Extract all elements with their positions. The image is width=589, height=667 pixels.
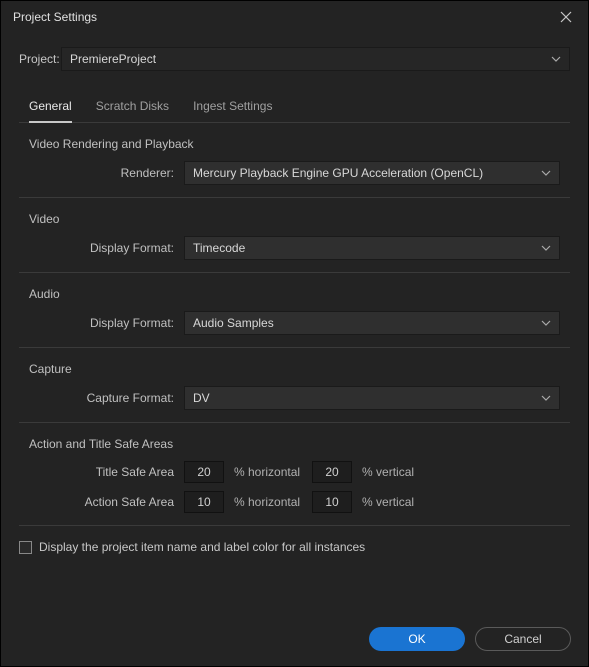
action-safe-v-input[interactable] [312,491,352,513]
chevron-down-icon [551,56,561,62]
divider [19,272,570,273]
section-title-capture: Capture [29,362,560,376]
section-title-video: Video [29,212,560,226]
audio-display-format-label: Display Format: [29,316,184,330]
section-audio: Audio Display Format: Audio Samples [19,287,570,335]
project-label: Project: [19,52,61,66]
divider [19,347,570,348]
chevron-down-icon [541,395,551,401]
display-item-name-checkbox-row[interactable]: Display the project item name and label … [19,540,570,554]
tabs: General Scratch Disks Ingest Settings [19,91,570,123]
section-safe-areas: Action and Title Safe Areas Title Safe A… [19,437,570,513]
title-safe-label: Title Safe Area [29,465,184,479]
video-display-format-dropdown[interactable]: Timecode [184,236,560,260]
section-title-audio: Audio [29,287,560,301]
section-title-safe-areas: Action and Title Safe Areas [29,437,560,451]
audio-display-format-dropdown[interactable]: Audio Samples [184,311,560,335]
chevron-down-icon [541,245,551,251]
title-safe-h-input[interactable] [184,461,224,483]
window-title: Project Settings [13,10,97,24]
renderer-value: Mercury Playback Engine GPU Acceleration… [193,166,483,180]
section-video: Video Display Format: Timecode [19,212,570,260]
project-dropdown[interactable]: PremiereProject [61,47,570,71]
tab-ingest-settings[interactable]: Ingest Settings [193,91,272,122]
unit-vertical: % vertical [362,465,414,479]
action-safe-h-input[interactable] [184,491,224,513]
section-title-rendering: Video Rendering and Playback [29,137,560,151]
tab-general[interactable]: General [29,91,72,123]
project-value: PremiereProject [70,52,156,66]
divider [19,422,570,423]
footer-buttons: OK Cancel [369,627,571,651]
video-display-format-value: Timecode [193,241,245,255]
chevron-down-icon [541,170,551,176]
close-button[interactable] [554,5,578,29]
checkbox-label: Display the project item name and label … [39,540,365,554]
capture-format-value: DV [193,391,210,405]
audio-display-format-value: Audio Samples [193,316,274,330]
video-display-format-label: Display Format: [29,241,184,255]
unit-horizontal: % horizontal [234,465,300,479]
ok-button[interactable]: OK [369,627,465,651]
section-capture: Capture Capture Format: DV [19,362,570,410]
renderer-label: Renderer: [29,166,184,180]
title-safe-v-input[interactable] [312,461,352,483]
checkbox-icon [19,541,32,554]
unit-horizontal: % horizontal [234,495,300,509]
unit-vertical: % vertical [362,495,414,509]
capture-format-dropdown[interactable]: DV [184,386,560,410]
divider [19,197,570,198]
cancel-button[interactable]: Cancel [475,627,571,651]
action-safe-label: Action Safe Area [29,495,184,509]
capture-format-label: Capture Format: [29,391,184,405]
chevron-down-icon [541,320,551,326]
divider [19,525,570,526]
section-video-rendering: Video Rendering and Playback Renderer: M… [19,137,570,185]
tab-scratch-disks[interactable]: Scratch Disks [96,91,169,122]
title-bar: Project Settings [1,1,588,33]
renderer-dropdown[interactable]: Mercury Playback Engine GPU Acceleration… [184,161,560,185]
close-icon [560,11,572,23]
